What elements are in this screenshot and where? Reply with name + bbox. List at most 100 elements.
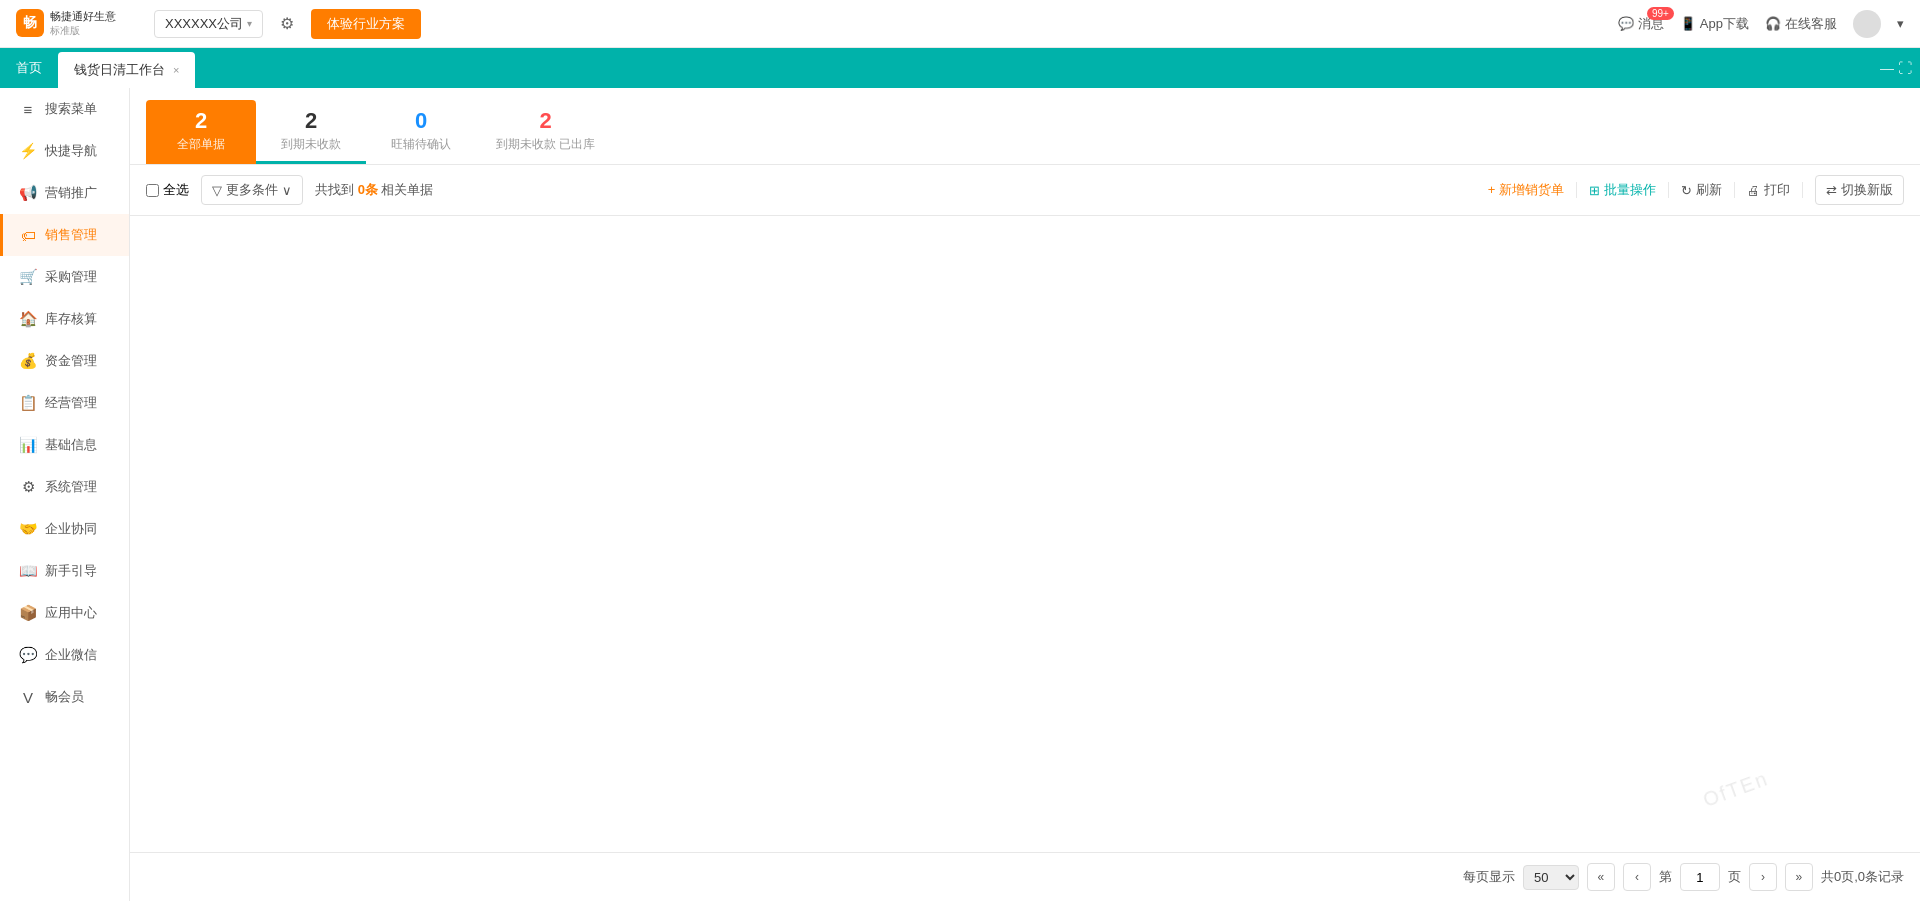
filter-dropdown-icon: ∨ (282, 183, 292, 198)
sidebar-item-vip[interactable]: V 畅会员 (0, 676, 129, 718)
filter-icon: ▽ (212, 183, 222, 198)
prev-page-button[interactable]: ‹ (1623, 863, 1651, 891)
tab-close-icon[interactable]: × (173, 64, 179, 76)
stat-tab-overdue-unpaid[interactable]: 2 到期未收款 (256, 100, 366, 164)
page-label: 第 (1659, 868, 1672, 886)
quick-nav-icon: ⚡ (19, 142, 37, 160)
per-page-label: 每页显示 (1463, 868, 1515, 886)
stat-tab-wangdian[interactable]: 0 旺辅待确认 (366, 100, 476, 164)
tab-maximize-button[interactable]: ⛶ (1898, 60, 1912, 76)
sidebar-label-vip: 畅会员 (45, 688, 84, 706)
found-text: 共找到 0条 相关单据 (315, 181, 433, 199)
next-page-icon: › (1761, 870, 1765, 884)
sidebar-item-basic-info[interactable]: 📊 基础信息 (0, 424, 129, 466)
logo-name: 畅捷通好生意 (50, 9, 116, 23)
inventory-icon: 🏠 (19, 310, 37, 328)
guide-icon: 📖 (19, 562, 37, 580)
select-all-label: 全选 (163, 181, 189, 199)
sidebar-label-marketing: 营销推广 (45, 184, 97, 202)
sidebar-label-search-menu: 搜索菜单 (45, 100, 97, 118)
found-count: 0条 (358, 182, 378, 197)
stat-tab-all[interactable]: 2 全部单据 (146, 100, 256, 164)
total-text: 共0页,0条记录 (1821, 868, 1904, 886)
settings-button[interactable]: ⚙ (271, 8, 303, 40)
stat-number-all: 2 (166, 108, 236, 134)
stat-label-overdue: 到期未收款 (276, 136, 346, 153)
dropdown-arrow-icon: ▾ (247, 18, 252, 29)
sidebar-item-finance[interactable]: 💰 资金管理 (0, 340, 129, 382)
search-menu-icon: ≡ (19, 101, 37, 118)
user-name[interactable]: ▾ (1897, 16, 1904, 31)
sidebar-item-inventory[interactable]: 🏠 库存核算 (0, 298, 129, 340)
operations-icon: 📋 (19, 394, 37, 412)
refresh-button[interactable]: ↻ 刷新 (1681, 181, 1722, 199)
select-all-area[interactable]: 全选 (146, 181, 189, 199)
message-button[interactable]: 💬 消息 99+ (1618, 15, 1664, 33)
print-button[interactable]: 🖨 打印 (1747, 181, 1790, 199)
app-center-icon: 📦 (19, 604, 37, 622)
avatar[interactable] (1853, 10, 1881, 38)
sidebar: ≡ 搜索菜单 ⚡ 快捷导航 📢 营销推广 🏷 销售管理 🛒 采购管理 🏠 库存核… (0, 88, 130, 901)
sidebar-item-search-menu[interactable]: ≡ 搜索菜单 (0, 88, 129, 130)
next-page-button[interactable]: › (1749, 863, 1777, 891)
online-service-button[interactable]: 🎧 在线客服 (1765, 15, 1837, 33)
sidebar-item-app-center[interactable]: 📦 应用中心 (0, 592, 129, 634)
service-icon: 🎧 (1765, 16, 1781, 31)
stat-tab-overdue-out[interactable]: 2 到期未收款 已出库 (476, 100, 615, 164)
select-all-checkbox[interactable] (146, 184, 159, 197)
prev-page-icon: ‹ (1635, 870, 1639, 884)
last-page-button[interactable]: » (1785, 863, 1813, 891)
enterprise-wx-icon: 💬 (19, 646, 37, 664)
stat-label-all: 全部单据 (166, 136, 236, 153)
per-page-select[interactable]: 50 20 100 (1523, 865, 1579, 890)
sidebar-item-enterprise-wx[interactable]: 💬 企业微信 (0, 634, 129, 676)
sidebar-item-quick-nav[interactable]: ⚡ 快捷导航 (0, 130, 129, 172)
page-label2: 页 (1728, 868, 1741, 886)
sidebar-item-sales[interactable]: 🏷 销售管理 (0, 214, 129, 256)
content-area: 2 全部单据 2 到期未收款 0 旺辅待确认 2 到期未收款 已出库 全选 (130, 88, 1920, 901)
logo-area: 畅 畅捷通好生意 标准版 (16, 9, 146, 37)
switch-version-button[interactable]: ⇄ 切换新版 (1815, 175, 1904, 205)
stat-label-wangdian: 旺辅待确认 (386, 136, 456, 153)
trial-button[interactable]: 体验行业方案 (311, 9, 421, 39)
pagination-bar: 每页显示 50 20 100 « ‹ 第 页 › » 共0页,0条记录 (130, 852, 1920, 901)
table-area (130, 216, 1920, 852)
sidebar-item-operations[interactable]: 📋 经营管理 (0, 382, 129, 424)
tab-qianhuo[interactable]: 钱货日清工作台 × (58, 52, 195, 88)
basic-info-icon: 📊 (19, 436, 37, 454)
finance-icon: 💰 (19, 352, 37, 370)
message-badge: 99+ (1647, 7, 1674, 20)
sidebar-label-guide: 新手引导 (45, 562, 97, 580)
first-page-button[interactable]: « (1587, 863, 1615, 891)
toolbar-divider-1 (1576, 182, 1577, 198)
company-name: XXXXXX公司 (165, 15, 243, 33)
sidebar-label-basic-info: 基础信息 (45, 436, 97, 454)
company-selector[interactable]: XXXXXX公司 ▾ (154, 10, 263, 38)
sidebar-item-marketing[interactable]: 📢 营销推广 (0, 172, 129, 214)
tab-home[interactable]: 首页 (0, 48, 58, 88)
switch-icon: ⇄ (1826, 183, 1837, 198)
sidebar-item-system[interactable]: ⚙ 系统管理 (0, 466, 129, 508)
first-page-icon: « (1598, 870, 1605, 884)
marketing-icon: 📢 (19, 184, 37, 202)
filter-button[interactable]: ▽ 更多条件 ∨ (201, 175, 303, 205)
message-icon: 💬 (1618, 16, 1634, 31)
sales-icon: 🏷 (19, 227, 37, 244)
top-header: 畅 畅捷通好生意 标准版 XXXXXX公司 ▾ ⚙ 体验行业方案 💬 消息 99… (0, 0, 1920, 48)
toolbar-right: + 新增销货单 ⊞ 批量操作 ↻ 刷新 🖨 打印 ⇄ (1488, 175, 1904, 205)
toolbar-divider-3 (1734, 182, 1735, 198)
sidebar-item-enterprise[interactable]: 🤝 企业协同 (0, 508, 129, 550)
new-sale-button[interactable]: + 新增销货单 (1488, 181, 1564, 199)
main-layout: ≡ 搜索菜单 ⚡ 快捷导航 📢 营销推广 🏷 销售管理 🛒 采购管理 🏠 库存核… (0, 88, 1920, 901)
app-download-button[interactable]: 📱 App下载 (1680, 15, 1749, 33)
sidebar-item-guide[interactable]: 📖 新手引导 (0, 550, 129, 592)
page-input[interactable] (1680, 863, 1720, 891)
print-icon: 🖨 (1747, 183, 1760, 198)
stat-label-overdue-out: 到期未收款 已出库 (496, 136, 595, 153)
batch-ops-button[interactable]: ⊞ 批量操作 (1589, 181, 1656, 199)
stat-number-wangdian: 0 (386, 108, 456, 134)
sidebar-item-purchase[interactable]: 🛒 采购管理 (0, 256, 129, 298)
enterprise-icon: 🤝 (19, 520, 37, 538)
purchase-icon: 🛒 (19, 268, 37, 286)
tab-minimize-button[interactable]: — (1880, 60, 1894, 76)
